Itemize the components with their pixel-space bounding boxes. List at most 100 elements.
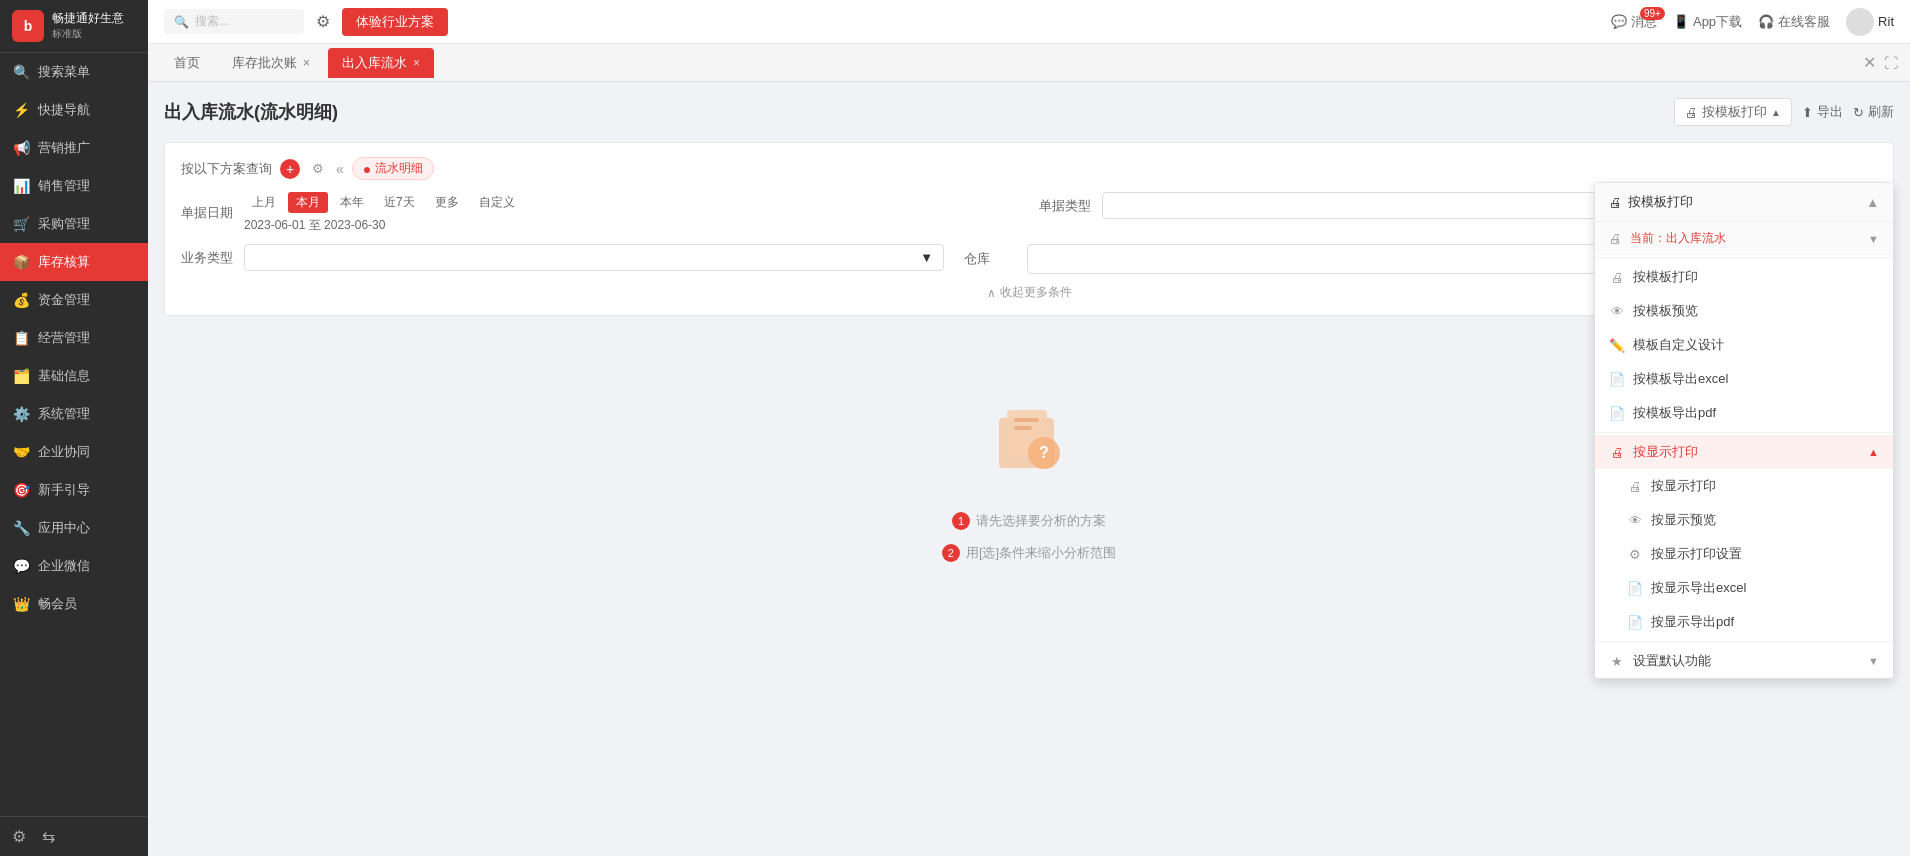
refresh-icon: ↻ [1853, 105, 1864, 120]
filter-section-label: 按以下方案查询 [181, 160, 272, 178]
system-icon: ⚙️ [12, 405, 30, 423]
dropdown-item-display-print-settings[interactable]: ⚙ 按显示打印设置 [1595, 537, 1893, 571]
wechat-icon: 💬 [12, 557, 30, 575]
print-icon: 🖨 [1685, 105, 1698, 120]
date-range-display: 2023-06-01 至 2023-06-30 [244, 217, 523, 234]
tab-inventory-flow[interactable]: 出入库流水 × [328, 48, 434, 78]
dropdown-collapse-icon[interactable]: ▲ [1866, 195, 1879, 210]
sidebar-item-wechat[interactable]: 💬 企业微信 [0, 547, 148, 585]
business-type-dropdown-icon: ▼ [920, 250, 933, 265]
svg-rect-2 [1014, 418, 1039, 422]
online-service-button[interactable]: 🎧 在线客服 [1758, 13, 1830, 31]
print-header-icon: 🖨 [1609, 195, 1622, 210]
business-type-select[interactable]: ▼ [244, 244, 944, 271]
sidebar-nav: 🔍 搜索菜单 ⚡ 快捷导航 📢 营销推广 📊 销售管理 🛒 采购管理 📦 库存核… [0, 53, 148, 816]
settings-bottom-icon[interactable]: ⚙ [12, 827, 26, 846]
dropdown-item-template-print[interactable]: 🖨 按模板打印 [1595, 260, 1893, 294]
maximize-icon[interactable]: ⛶ [1884, 55, 1898, 71]
filter-collapse-icon[interactable]: « [336, 161, 344, 177]
template-excel-icon: 📄 [1609, 371, 1625, 387]
export-icon: ⬆ [1802, 105, 1813, 120]
sidebar-item-finance[interactable]: 💰 资金管理 [0, 281, 148, 319]
inventory-icon: 📦 [12, 253, 30, 271]
filter-add-button[interactable]: + [280, 159, 300, 179]
tab-home[interactable]: 首页 [160, 48, 214, 78]
empty-illustration: ? [979, 388, 1079, 488]
print-dropdown-panel: 🖨 按模板打印 ▲ 🖨 当前：出入库流水 ▼ 🖨 按模板打印 👁 按模板预览 [1594, 182, 1894, 679]
sidebar-item-search[interactable]: 🔍 搜索菜单 [0, 53, 148, 91]
user-avatar-button[interactable]: Rit [1846, 8, 1894, 36]
sidebar-item-inventory[interactable]: 📦 库存核算 [0, 243, 148, 281]
template-print-icon: 🖨 [1609, 269, 1625, 285]
voucher-type-label: 单据类型 [1039, 197, 1094, 215]
sidebar-item-quick-nav[interactable]: ⚡ 快捷导航 [0, 91, 148, 129]
sidebar-item-system[interactable]: ⚙️ 系统管理 [0, 395, 148, 433]
sidebar-item-guide[interactable]: 🎯 新手引导 [0, 471, 148, 509]
dropdown-item-display-print-group[interactable]: 🖨 按显示打印 ▲ [1595, 435, 1893, 469]
export-button[interactable]: ⬆ 导出 [1802, 103, 1843, 121]
dropdown-item-set-default[interactable]: ★ 设置默认功能 ▼ [1595, 644, 1893, 678]
display-print-sub-icon: 🖨 [1627, 478, 1643, 494]
sidebar-item-apps[interactable]: 🔧 应用中心 [0, 509, 148, 547]
collapse-sidebar-icon[interactable]: ⇆ [42, 827, 55, 846]
messages-button[interactable]: 💬 消息 99+ [1611, 13, 1657, 31]
dropdown-item-template-preview[interactable]: 👁 按模板预览 [1595, 294, 1893, 328]
dropdown-item-template-custom[interactable]: ✏️ 模板自定义设计 [1595, 328, 1893, 362]
purchase-icon: 🛒 [12, 215, 30, 233]
headset-icon: 🎧 [1758, 14, 1774, 29]
topbar-search-box[interactable]: 🔍 搜索... [164, 9, 304, 34]
sidebar-item-marketing[interactable]: 📢 营销推广 [0, 129, 148, 167]
sidebar-item-base[interactable]: 🗂️ 基础信息 [0, 357, 148, 395]
sidebar-item-sales[interactable]: 📊 销售管理 [0, 167, 148, 205]
set-default-icon: ★ [1609, 653, 1625, 669]
filter-group-business-type: 业务类型 ▼ [181, 244, 944, 271]
topbar-search-placeholder: 搜索... [195, 13, 229, 30]
tab-inventory-flow-close[interactable]: × [413, 56, 420, 70]
collapse-up-icon: ∧ [987, 286, 996, 300]
close-tab-panel-icon[interactable]: ✕ [1863, 53, 1876, 72]
page-title-bar: 出入库流水(流水明细) 🖨 按模板打印 ▲ ⬆ 导出 ↻ 刷新 [164, 98, 1894, 126]
dropdown-item-display-export-pdf[interactable]: 📄 按显示导出pdf [1595, 605, 1893, 639]
marketing-icon: 📢 [12, 139, 30, 157]
finance-icon: 💰 [12, 291, 30, 309]
app-download-icon: 📱 [1673, 14, 1689, 29]
display-print-settings-icon: ⚙ [1627, 546, 1643, 562]
tab-batch-account[interactable]: 库存批次账 × [218, 48, 324, 78]
refresh-button[interactable]: ↻ 刷新 [1853, 103, 1894, 121]
topbar-search-icon: 🔍 [174, 15, 189, 29]
template-preview-icon: 👁 [1609, 303, 1625, 319]
sidebar-item-collab[interactable]: 🤝 企业协同 [0, 433, 148, 471]
date-opt-more[interactable]: 更多 [427, 192, 467, 213]
collab-icon: 🤝 [12, 443, 30, 461]
dropdown-item-template-export-excel[interactable]: 📄 按模板导出excel [1595, 362, 1893, 396]
dropdown-item-template-export-pdf[interactable]: 📄 按模板导出pdf [1595, 396, 1893, 430]
filter-setting-icon[interactable]: ⚙ [308, 159, 328, 179]
date-opt-custom[interactable]: 自定义 [471, 192, 523, 213]
date-opt-7days[interactable]: 近7天 [376, 192, 423, 213]
app-download-button[interactable]: 📱 App下载 [1673, 13, 1742, 31]
current-item-arrow: ▼ [1868, 233, 1879, 245]
dropdown-item-display-preview[interactable]: 👁 按显示预览 [1595, 503, 1893, 537]
dropdown-current-item[interactable]: 🖨 当前：出入库流水 ▼ [1595, 222, 1893, 255]
dropdown-item-display-export-excel[interactable]: 📄 按显示导出excel [1595, 571, 1893, 605]
print-button[interactable]: 🖨 按模板打印 ▲ [1674, 98, 1792, 126]
dropdown-item-display-print[interactable]: 🖨 按显示打印 [1595, 469, 1893, 503]
template-custom-icon: ✏️ [1609, 337, 1625, 353]
search-icon: 🔍 [12, 63, 30, 81]
app-brand-sub: 标准版 [52, 27, 124, 41]
date-opt-this-month[interactable]: 本月 [288, 192, 328, 213]
date-opt-last-month[interactable]: 上月 [244, 192, 284, 213]
display-pdf-icon: 📄 [1627, 614, 1643, 630]
sidebar-item-ops[interactable]: 📋 经营管理 [0, 319, 148, 357]
industry-solution-button[interactable]: 体验行业方案 [342, 8, 448, 36]
date-opt-this-year[interactable]: 本年 [332, 192, 372, 213]
member-icon: 👑 [12, 595, 30, 613]
sidebar-item-purchase[interactable]: 🛒 采购管理 [0, 205, 148, 243]
print-chevron-up-icon: ▲ [1771, 107, 1781, 118]
base-icon: 🗂️ [12, 367, 30, 385]
sidebar-item-member[interactable]: 👑 畅会员 [0, 585, 148, 623]
display-print-group-icon: 🖨 [1609, 444, 1625, 460]
topbar-gear-icon[interactable]: ⚙ [316, 12, 330, 31]
tab-batch-account-close[interactable]: × [303, 56, 310, 70]
app-logo-icon: b [12, 10, 44, 42]
